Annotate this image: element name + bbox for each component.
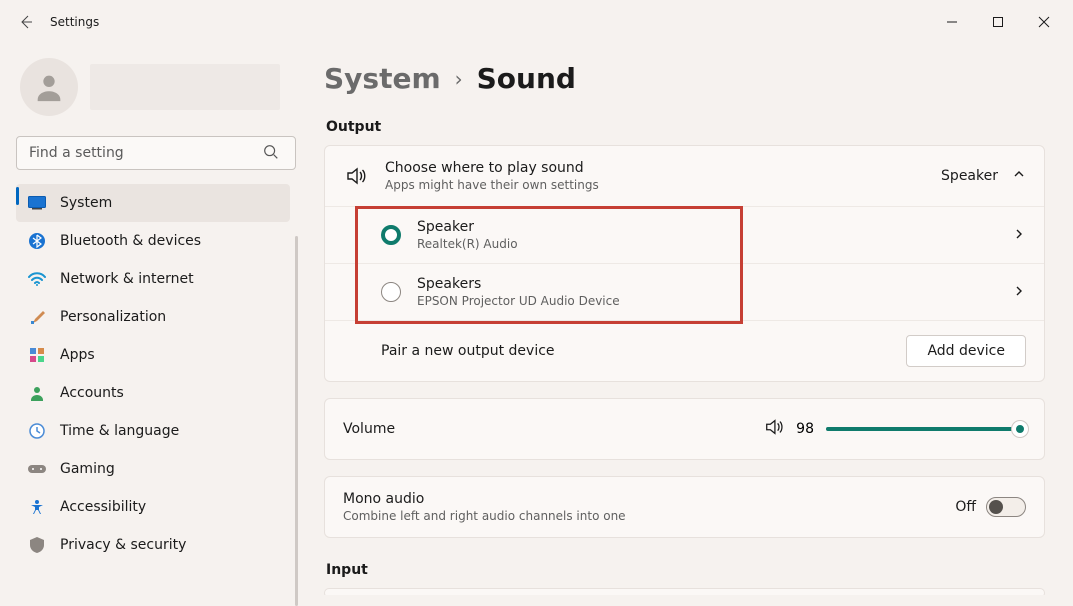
- speaker-icon[interactable]: [764, 417, 784, 441]
- output-device-option[interactable]: Speaker Realtek(R) Audio: [325, 206, 1044, 263]
- sidebar-item-label: Network & internet: [60, 271, 194, 287]
- person-icon: [28, 385, 46, 401]
- volume-slider[interactable]: [826, 419, 1026, 439]
- add-device-button[interactable]: Add device: [906, 335, 1026, 367]
- radio-unselected[interactable]: [381, 282, 401, 302]
- sidebar-item-accessibility[interactable]: Accessibility: [16, 488, 290, 526]
- volume-value: 98: [796, 421, 814, 437]
- output-chooser-title: Choose where to play sound: [385, 160, 599, 176]
- section-input-label: Input: [326, 562, 1045, 578]
- device-name: Speakers: [417, 276, 620, 292]
- active-indicator: [16, 187, 19, 205]
- volume-label: Volume: [343, 421, 395, 437]
- chevron-right-icon[interactable]: [1012, 283, 1026, 302]
- accessibility-icon: [28, 499, 46, 515]
- device-desc: Realtek(R) Audio: [417, 237, 518, 251]
- output-device-option[interactable]: Speakers EPSON Projector UD Audio Device: [325, 263, 1044, 320]
- output-chooser-header[interactable]: Choose where to play sound Apps might ha…: [325, 146, 1044, 206]
- sidebar-item-system[interactable]: System: [16, 184, 290, 222]
- account-name-placeholder: [90, 64, 280, 110]
- sidebar-item-label: Time & language: [60, 423, 179, 439]
- maximize-button[interactable]: [975, 6, 1021, 38]
- close-button[interactable]: [1021, 6, 1067, 38]
- sidebar-item-label: Gaming: [60, 461, 115, 477]
- sidebar-item-label: Privacy & security: [60, 537, 186, 553]
- minimize-button[interactable]: [929, 6, 975, 38]
- sidebar-item-label: Accounts: [60, 385, 124, 401]
- output-chooser-value: Speaker: [941, 168, 998, 184]
- sidebar-item-label: Bluetooth & devices: [60, 233, 201, 249]
- clock-icon: [28, 423, 46, 439]
- mono-audio-row: Mono audio Combine left and right audio …: [325, 477, 1044, 537]
- page-title: Sound: [477, 62, 576, 95]
- chevron-right-icon: ›: [455, 67, 463, 91]
- sidebar-item-label: System: [60, 195, 112, 211]
- search-input[interactable]: [16, 136, 296, 170]
- mono-subtitle: Combine left and right audio channels in…: [343, 509, 626, 523]
- shield-icon: [28, 537, 46, 553]
- search-box[interactable]: [16, 136, 290, 170]
- sidebar-scrollbar[interactable]: [295, 236, 298, 606]
- gamepad-icon: [28, 463, 46, 475]
- device-name: Speaker: [417, 219, 518, 235]
- sidebar-item-privacy[interactable]: Privacy & security: [16, 526, 290, 564]
- sidebar-item-accounts[interactable]: Accounts: [16, 374, 290, 412]
- mono-title: Mono audio: [343, 491, 626, 507]
- brush-icon: [28, 309, 46, 325]
- account-block[interactable]: [16, 44, 290, 134]
- system-icon: [28, 196, 46, 210]
- sidebar-item-time-language[interactable]: Time & language: [16, 412, 290, 450]
- window-title: Settings: [50, 15, 99, 29]
- back-button[interactable]: [10, 6, 42, 38]
- section-output-label: Output: [326, 119, 1045, 135]
- breadcrumb: System › Sound: [324, 62, 1045, 95]
- chevron-right-icon[interactable]: [1012, 226, 1026, 245]
- device-desc: EPSON Projector UD Audio Device: [417, 294, 620, 308]
- mono-state: Off: [955, 499, 976, 515]
- mono-toggle[interactable]: [986, 497, 1026, 517]
- breadcrumb-parent[interactable]: System: [324, 62, 441, 95]
- volume-row: Volume 98: [325, 399, 1044, 459]
- output-chooser-subtitle: Apps might have their own settings: [385, 178, 599, 192]
- chevron-up-icon: [1012, 167, 1026, 185]
- sidebar-item-personalization[interactable]: Personalization: [16, 298, 290, 336]
- apps-icon: [28, 347, 46, 363]
- avatar: [20, 58, 78, 116]
- sidebar-item-network[interactable]: Network & internet: [16, 260, 290, 298]
- wifi-icon: [28, 272, 46, 286]
- sidebar-item-label: Accessibility: [60, 499, 146, 515]
- sidebar-item-label: Personalization: [60, 309, 166, 325]
- sidebar-item-gaming[interactable]: Gaming: [16, 450, 290, 488]
- sidebar-item-label: Apps: [60, 347, 95, 363]
- search-icon: [262, 143, 280, 165]
- sidebar-item-apps[interactable]: Apps: [16, 336, 290, 374]
- sidebar-item-bluetooth[interactable]: Bluetooth & devices: [16, 222, 290, 260]
- pair-label: Pair a new output device: [381, 343, 555, 359]
- radio-selected[interactable]: [381, 225, 401, 245]
- bluetooth-icon: [28, 233, 46, 249]
- speaker-icon: [343, 165, 369, 187]
